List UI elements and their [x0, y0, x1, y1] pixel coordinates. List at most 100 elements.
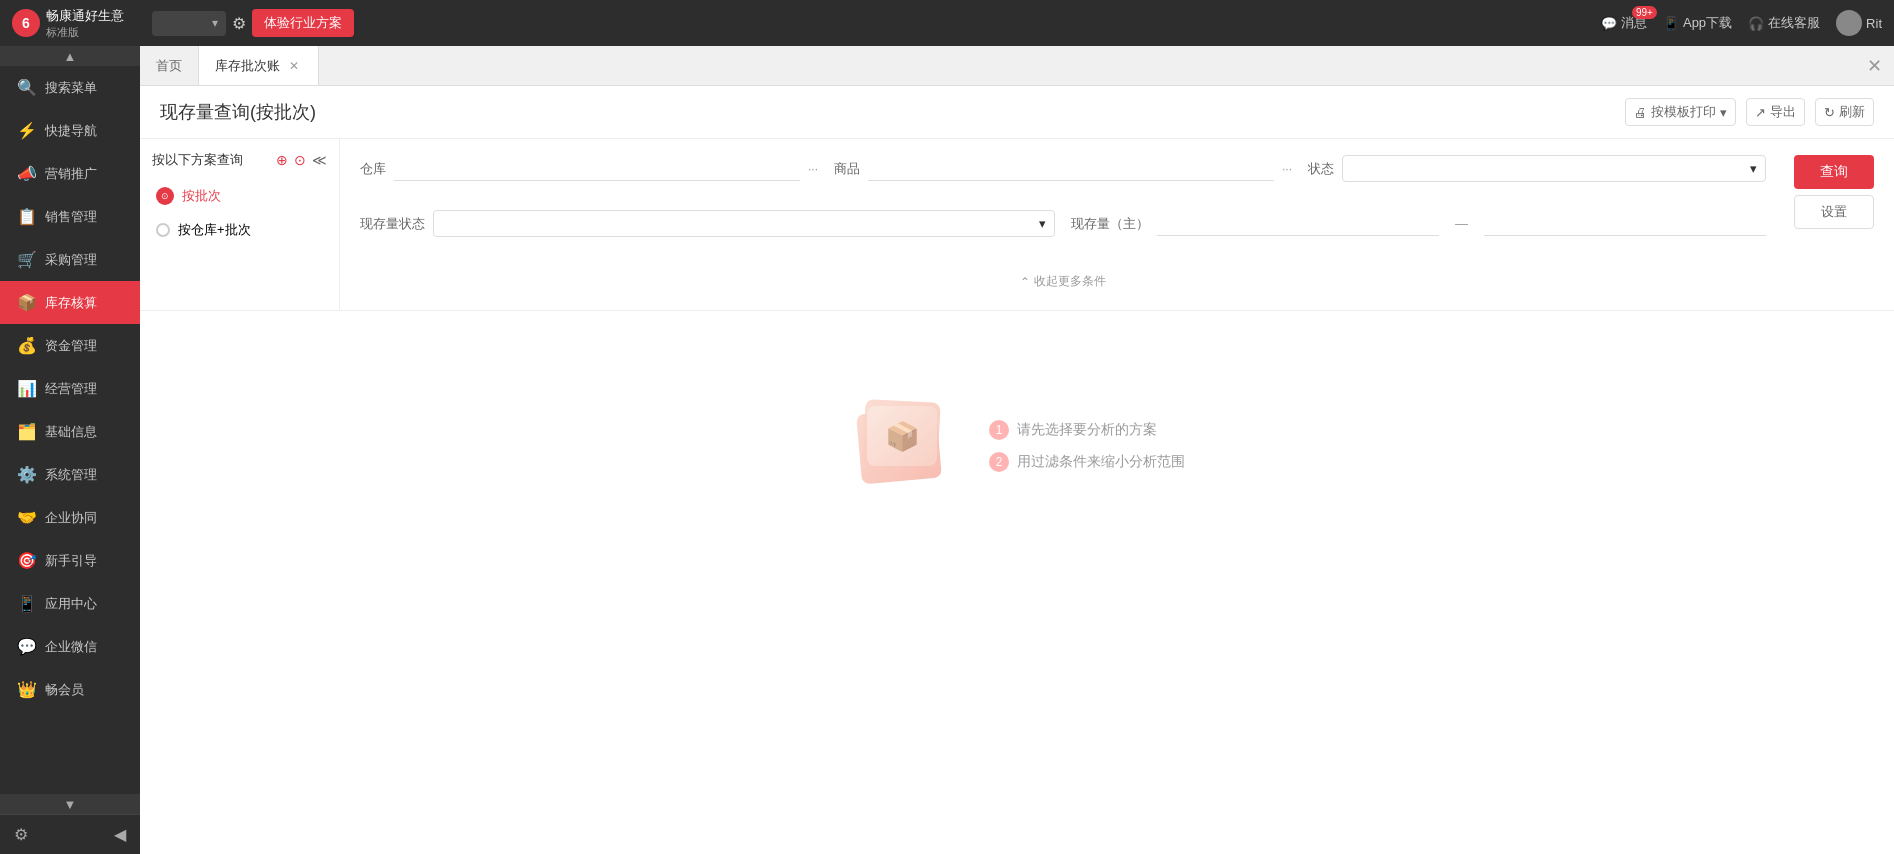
refresh-button[interactable]: ↻ 刷新	[1815, 98, 1874, 126]
query-actions: 查询 设置	[1794, 155, 1874, 229]
sidebar-item-newguide[interactable]: 🎯 新手引导	[0, 539, 140, 582]
trial-button[interactable]: 体验行业方案	[252, 9, 354, 37]
product-field: 商品 ···	[834, 157, 1292, 181]
sidebar-item-finance[interactable]: 💰 资金管理	[0, 324, 140, 367]
status-dropdown-icon: ▾	[1750, 161, 1757, 176]
flash-icon: ⚡	[17, 121, 37, 140]
filter-settings-icon[interactable]: ⊙	[294, 152, 306, 168]
filter-option-warehouse-batch[interactable]: 按仓库+批次	[152, 213, 327, 247]
header-right: 💬 消息 99+ 📱 App下载 🎧 在线客服 Rit	[1601, 10, 1882, 36]
export-button[interactable]: ↗ 导出	[1746, 98, 1805, 126]
sidebar-item-wechat[interactable]: 💬 企业微信	[0, 625, 140, 668]
messages-btn[interactable]: 💬 消息 99+	[1601, 14, 1647, 32]
sidebar-item-label: 企业微信	[45, 638, 97, 656]
tab-inventory-batch[interactable]: 库存批次账 ✕	[199, 46, 319, 85]
collapse-filter-icon[interactable]: ≪	[312, 152, 327, 168]
chart-icon: 📊	[17, 379, 37, 398]
sidebar-item-member[interactable]: 👑 畅会员	[0, 668, 140, 711]
tab-close-icon[interactable]: ✕	[286, 58, 302, 74]
settings-icon[interactable]: ⚙	[232, 14, 246, 33]
print-button[interactable]: 🖨 按模板打印 ▾	[1625, 98, 1736, 126]
filter-right: 仓库 ··· 商品 ··· 状态	[340, 139, 1894, 310]
sidebar-item-search[interactable]: 🔍 搜索菜单	[0, 66, 140, 109]
stock-qty-min-input[interactable]	[1157, 212, 1439, 236]
refresh-icon: ↻	[1824, 105, 1835, 120]
clipboard-icon: 📋	[17, 207, 37, 226]
warehouse-more-icon[interactable]: ···	[808, 162, 818, 176]
stock-status-select[interactable]: ▾	[433, 210, 1055, 237]
version-label: 标准版	[46, 25, 124, 40]
sidebar-item-marketing[interactable]: 📣 营销推广	[0, 152, 140, 195]
printer-icon: 🖨	[1634, 105, 1647, 120]
empty-tip-2: 2 用过滤条件来缩小分析范围	[989, 452, 1185, 472]
sidebar-item-label: 经营管理	[45, 380, 97, 398]
bottom-settings-icon[interactable]: ⚙	[14, 825, 28, 844]
tab-home[interactable]: 首页	[140, 46, 199, 85]
query-button[interactable]: 查询	[1794, 155, 1874, 189]
app-download-btn[interactable]: 📱 App下载	[1663, 14, 1732, 32]
filter-left: 按以下方案查询 ⊕ ⊙ ≪ ⊙ 按批次 按仓库+批次	[140, 139, 340, 310]
add-filter-icon[interactable]: ⊕	[276, 152, 288, 168]
sidebar-item-operation[interactable]: 📊 经营管理	[0, 367, 140, 410]
top-header: 6 畅康通好生意 标准版 ▾ ⚙ 体验行业方案 💬 消息 99+ 📱 App下载…	[0, 0, 1894, 46]
page-header: 现存量查询(按批次) 🖨 按模板打印 ▾ ↗ 导出 ↻ 刷新	[140, 86, 1894, 139]
sidebar-item-basic[interactable]: 🗂️ 基础信息	[0, 410, 140, 453]
collapse-conditions-btn[interactable]: ⌃ 收起更多条件	[360, 265, 1766, 294]
warehouse-input[interactable]	[394, 157, 800, 181]
cart-icon: 🛒	[17, 250, 37, 269]
sidebar-scroll-up[interactable]: ▲	[0, 46, 140, 66]
empty-tip-1-text: 请先选择要分析的方案	[1017, 421, 1157, 439]
sidebar-scroll-down[interactable]: ▼	[0, 794, 140, 814]
tab-home-label: 首页	[156, 57, 182, 75]
sidebar-item-label: 应用中心	[45, 595, 97, 613]
sidebar-item-label: 采购管理	[45, 251, 97, 269]
sidebar-item-label: 系统管理	[45, 466, 97, 484]
sidebar-item-label: 资金管理	[45, 337, 97, 355]
collapse-icon: ⌃	[1020, 275, 1030, 289]
content-area: 首页 库存批次账 ✕ ✕ 现存量查询(按批次) 🖨 按模板打印 ▾	[140, 46, 1894, 854]
product-input[interactable]	[868, 157, 1274, 181]
avatar	[1836, 10, 1862, 36]
message-icon: 💬	[1601, 16, 1617, 31]
online-service-btn[interactable]: 🎧 在线客服	[1748, 14, 1820, 32]
money-icon: 💰	[17, 336, 37, 355]
tip-num-1: 1	[989, 420, 1009, 440]
warehouse-label: 仓库	[360, 160, 386, 178]
sidebar-item-purchase[interactable]: 🛒 采购管理	[0, 238, 140, 281]
nav-dropdown-arrow-icon[interactable]: ▾	[212, 16, 218, 30]
empty-texts: 1 请先选择要分析的方案 2 用过滤条件来缩小分析范围	[989, 420, 1185, 472]
sidebar-item-label: 企业协同	[45, 509, 97, 527]
filter-option-batch[interactable]: ⊙ 按批次	[152, 179, 327, 213]
sidebar-item-label: 搜索菜单	[45, 79, 97, 97]
empty-tip-2-text: 用过滤条件来缩小分析范围	[1017, 453, 1185, 471]
sidebar-item-appcenter[interactable]: 📱 应用中心	[0, 582, 140, 625]
sidebar-item-quicknav[interactable]: ⚡ 快捷导航	[0, 109, 140, 152]
sidebar-item-label: 基础信息	[45, 423, 97, 441]
tab-inventory-batch-label: 库存批次账	[215, 57, 280, 75]
tab-bar: 首页 库存批次账 ✕ ✕	[140, 46, 1894, 86]
close-panel-icon[interactable]: ✕	[1855, 55, 1894, 77]
sidebar-item-label: 快捷导航	[45, 122, 97, 140]
nav-input-area[interactable]: ▾	[152, 11, 226, 36]
target-icon: 🎯	[17, 551, 37, 570]
header-nav: ▾ ⚙ 体验行业方案	[152, 9, 1591, 37]
gear-icon: ⚙️	[17, 465, 37, 484]
sidebar-item-enterprise[interactable]: 🤝 企业协同	[0, 496, 140, 539]
user-menu[interactable]: Rit	[1836, 10, 1882, 36]
sidebar-item-sales[interactable]: 📋 销售管理	[0, 195, 140, 238]
collapse-sidebar-icon[interactable]: ◀	[114, 825, 126, 844]
stock-qty-max-input[interactable]	[1484, 212, 1766, 236]
sidebar-item-label: 库存核算	[45, 294, 97, 312]
sidebar-item-system[interactable]: ⚙️ 系统管理	[0, 453, 140, 496]
sidebar-item-inventory[interactable]: 📦 库存核算	[0, 281, 140, 324]
filter-row-2: 现存量状态 ▾ 现存量（主） —	[360, 210, 1766, 237]
stock-status-field: 现存量状态 ▾	[360, 210, 1055, 237]
handshake-icon: 🤝	[17, 508, 37, 527]
stock-qty-field: 现存量（主） —	[1071, 212, 1766, 236]
status-select[interactable]: ▾	[1342, 155, 1766, 182]
sidebar: ▲ 🔍 搜索菜单 ⚡ 快捷导航 📣 营销推广 📋 销售管理 🛒 采购管理	[0, 46, 140, 854]
product-label: 商品	[834, 160, 860, 178]
print-dropdown-icon[interactable]: ▾	[1720, 105, 1727, 120]
product-more-icon[interactable]: ···	[1282, 162, 1292, 176]
setting-button[interactable]: 设置	[1794, 195, 1874, 229]
